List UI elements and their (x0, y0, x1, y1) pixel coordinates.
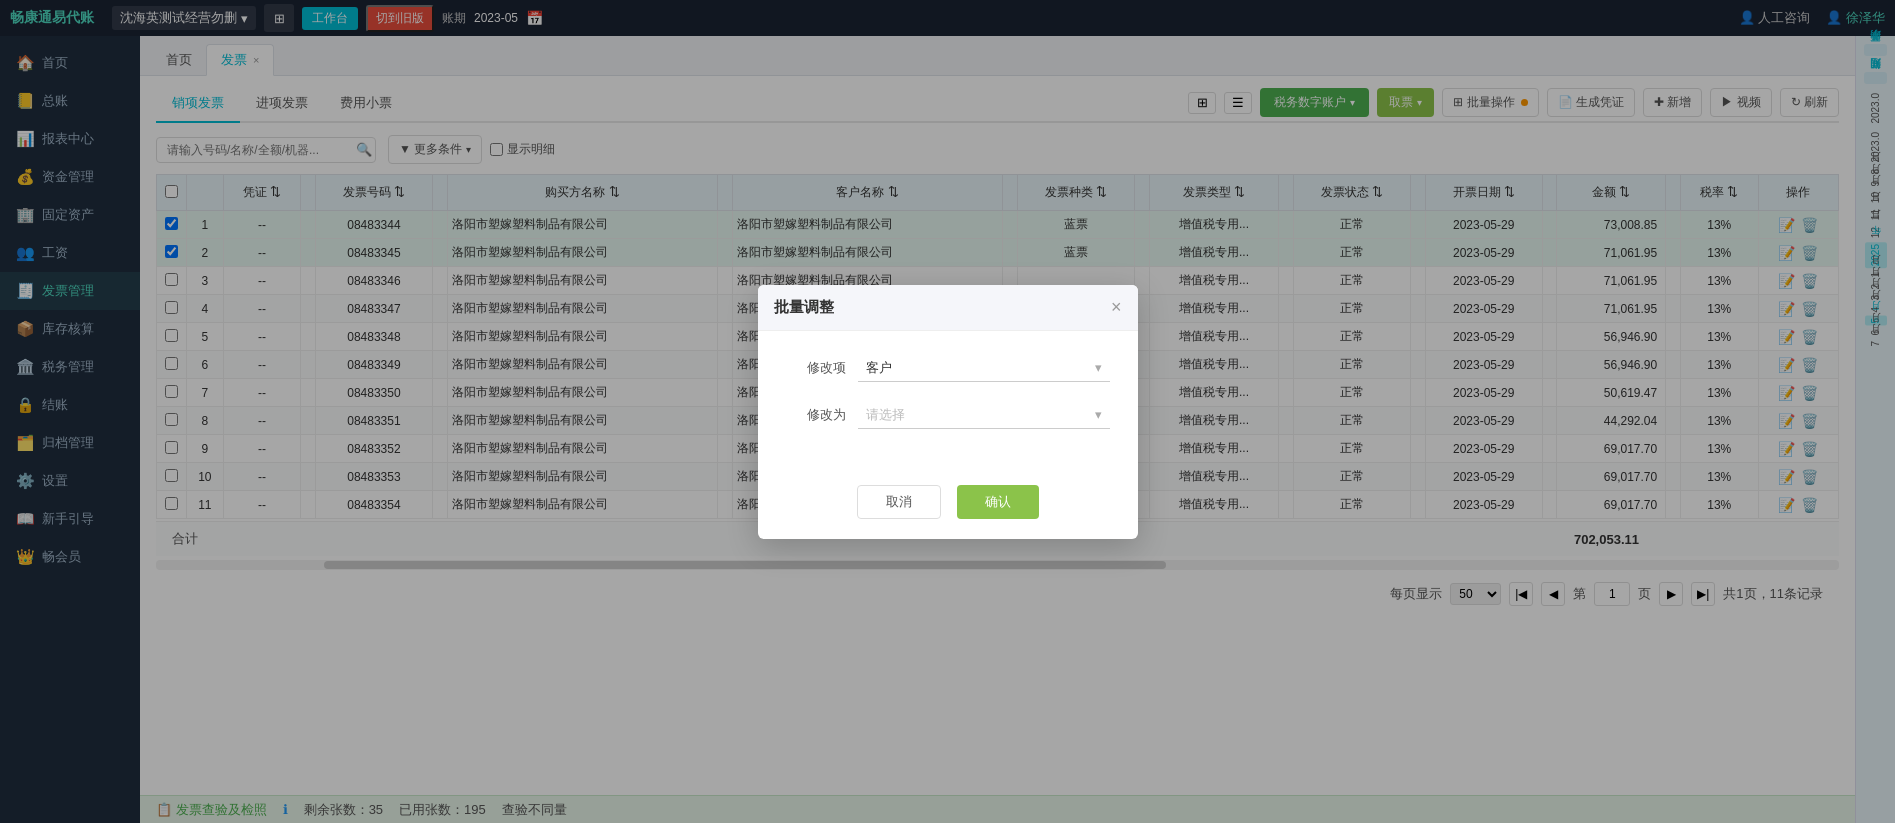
modify-field-select[interactable]: 客户 ▾ (858, 355, 1110, 382)
modal-footer: 取消 确认 (758, 473, 1138, 539)
modify-field-label: 修改项 (786, 359, 846, 377)
modify-to-placeholder: 请选择 (866, 406, 905, 424)
modify-to-select[interactable]: 请选择 ▾ (858, 402, 1110, 429)
modal-close-btn[interactable]: × (1111, 297, 1122, 318)
chevron-down-to-icon: ▾ (1095, 407, 1102, 422)
cancel-btn[interactable]: 取消 (857, 485, 941, 519)
batch-adjust-modal: 批量调整 × 修改项 客户 ▾ 修改为 请选择 ▾ 取消 确认 (758, 285, 1138, 539)
modify-to-label: 修改为 (786, 406, 846, 424)
modify-field-row: 修改项 客户 ▾ (786, 355, 1110, 382)
confirm-btn[interactable]: 确认 (957, 485, 1039, 519)
modal-title: 批量调整 (774, 298, 834, 317)
chevron-down-field-icon: ▾ (1095, 360, 1102, 375)
modal-body: 修改项 客户 ▾ 修改为 请选择 ▾ (758, 331, 1138, 473)
modify-field-value: 客户 (866, 359, 892, 377)
modify-to-row: 修改为 请选择 ▾ (786, 402, 1110, 429)
modal-overlay[interactable]: 批量调整 × 修改项 客户 ▾ 修改为 请选择 ▾ 取消 确认 (0, 0, 1895, 823)
modal-header: 批量调整 × (758, 285, 1138, 331)
